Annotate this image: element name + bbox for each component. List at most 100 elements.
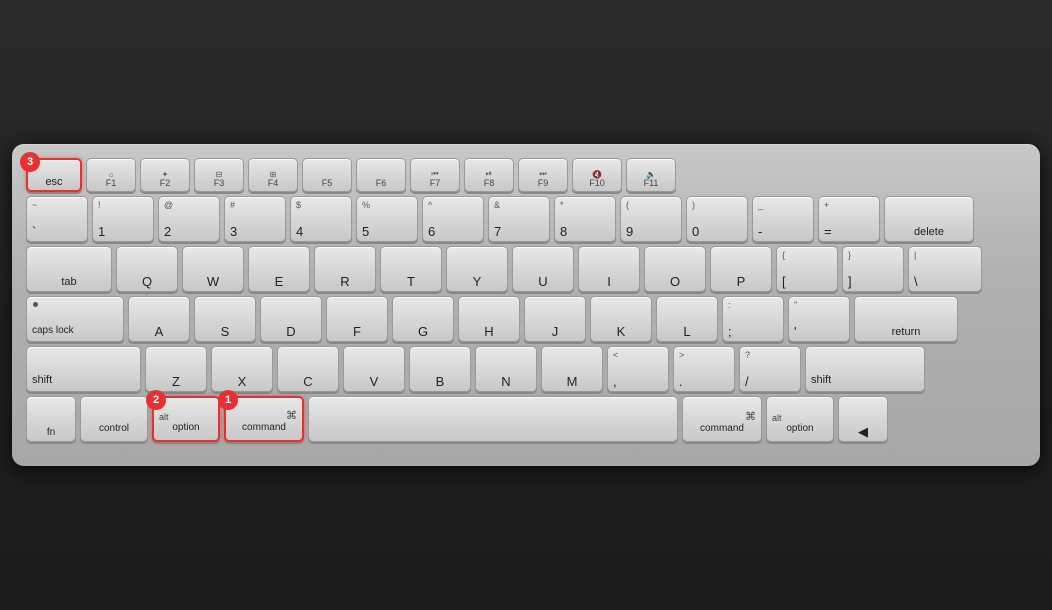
bracket-open-key[interactable]: { [	[776, 246, 838, 292]
1-top: !	[98, 200, 101, 210]
5-key[interactable]: % 5	[356, 196, 418, 242]
7-key[interactable]: & 7	[488, 196, 550, 242]
tab-key[interactable]: tab	[26, 246, 112, 292]
semicolon-primary: ;	[728, 325, 732, 338]
bracket-close-key[interactable]: } ]	[842, 246, 904, 292]
e-key[interactable]: E	[248, 246, 310, 292]
f9-key[interactable]: ⏭ F9	[518, 158, 568, 192]
f-key[interactable]: F	[326, 296, 388, 342]
j-label: J	[552, 325, 559, 338]
backslash-key[interactable]: | \	[908, 246, 982, 292]
h-key[interactable]: H	[458, 296, 520, 342]
minus-key[interactable]: _ -	[752, 196, 814, 242]
f2-key[interactable]: ✦ F2	[140, 158, 190, 192]
r-key[interactable]: R	[314, 246, 376, 292]
quote-key[interactable]: " '	[788, 296, 850, 342]
equals-key[interactable]: + =	[818, 196, 880, 242]
f11-label: F11	[644, 179, 659, 188]
f5-key[interactable]: F5	[302, 158, 352, 192]
t-key[interactable]: T	[380, 246, 442, 292]
fn-key[interactable]: fn	[26, 396, 76, 442]
equals-primary: =	[824, 225, 832, 238]
caps-lock-label: caps lock	[32, 325, 74, 336]
f-label: F	[353, 325, 361, 338]
f6-key[interactable]: F6	[356, 158, 406, 192]
control-key[interactable]: control	[80, 396, 148, 442]
3-primary: 3	[230, 225, 237, 238]
z-key[interactable]: Z	[145, 346, 207, 392]
u-key[interactable]: U	[512, 246, 574, 292]
i-key[interactable]: I	[578, 246, 640, 292]
x-key[interactable]: X	[211, 346, 273, 392]
n-key[interactable]: N	[475, 346, 537, 392]
f8-key[interactable]: ⏯ F8	[464, 158, 514, 192]
l-label: L	[683, 325, 690, 338]
option-right-key[interactable]: alt option	[766, 396, 834, 442]
a-key[interactable]: A	[128, 296, 190, 342]
command-top-icon: ⌘	[286, 411, 297, 422]
f7-key[interactable]: ⏮ F7	[410, 158, 460, 192]
5-top: %	[362, 200, 370, 210]
0-key[interactable]: ) 0	[686, 196, 748, 242]
left-arrow-key[interactable]: ◀	[838, 396, 888, 442]
semicolon-key[interactable]: : ;	[722, 296, 784, 342]
3-key[interactable]: # 3	[224, 196, 286, 242]
c-key[interactable]: C	[277, 346, 339, 392]
return-key[interactable]: return	[854, 296, 958, 342]
command-left-key[interactable]: 1 ⌘ command	[224, 396, 304, 442]
minus-primary: -	[758, 225, 762, 238]
1-key[interactable]: ! 1	[92, 196, 154, 242]
caps-lock-key[interactable]: caps lock	[26, 296, 124, 342]
option-left-key[interactable]: 2 alt option	[152, 396, 220, 442]
g-key[interactable]: G	[392, 296, 454, 342]
comma-key[interactable]: < ,	[607, 346, 669, 392]
slash-key[interactable]: ? /	[739, 346, 801, 392]
esc-key[interactable]: 3 esc	[26, 158, 82, 192]
7-top: &	[494, 200, 500, 210]
4-key[interactable]: $ 4	[290, 196, 352, 242]
semicolon-top: :	[728, 300, 731, 310]
f10-key[interactable]: 🔇 F10	[572, 158, 622, 192]
backtick-key[interactable]: ~ `	[26, 196, 88, 242]
comma-top: <	[613, 350, 618, 360]
y-key[interactable]: Y	[446, 246, 508, 292]
4-primary: 4	[296, 225, 303, 238]
space-key[interactable]	[308, 396, 678, 442]
w-key[interactable]: W	[182, 246, 244, 292]
2-key[interactable]: @ 2	[158, 196, 220, 242]
9-key[interactable]: ( 9	[620, 196, 682, 242]
v-key[interactable]: V	[343, 346, 405, 392]
shift-left-label: shift	[32, 374, 52, 386]
f3-key[interactable]: ⊟ F3	[194, 158, 244, 192]
l-key[interactable]: L	[656, 296, 718, 342]
b-key[interactable]: B	[409, 346, 471, 392]
k-key[interactable]: K	[590, 296, 652, 342]
d-key[interactable]: D	[260, 296, 322, 342]
f1-key[interactable]: ☼ F1	[86, 158, 136, 192]
fn-label: fn	[47, 428, 55, 438]
m-key[interactable]: M	[541, 346, 603, 392]
r-label: R	[340, 275, 349, 288]
number-key-row: ~ ` ! 1 @ 2 # 3 $ 4 % 5	[26, 196, 1026, 242]
p-key[interactable]: P	[710, 246, 772, 292]
f4-key[interactable]: ⊞ F4	[248, 158, 298, 192]
f11-key[interactable]: 🔉 F11	[626, 158, 676, 192]
comma-primary: ,	[613, 375, 617, 388]
9-primary: 9	[626, 225, 633, 238]
f3-label: F3	[214, 179, 225, 188]
delete-key[interactable]: delete	[884, 196, 974, 242]
6-key[interactable]: ^ 6	[422, 196, 484, 242]
e-label: E	[275, 275, 284, 288]
period-key[interactable]: > .	[673, 346, 735, 392]
shift-right-key[interactable]: shift	[805, 346, 925, 392]
4-top: $	[296, 200, 301, 210]
8-key[interactable]: * 8	[554, 196, 616, 242]
s-key[interactable]: S	[194, 296, 256, 342]
q-key[interactable]: Q	[116, 246, 178, 292]
6-primary: 6	[428, 225, 435, 238]
backslash-top: |	[914, 250, 916, 260]
o-key[interactable]: O	[644, 246, 706, 292]
shift-left-key[interactable]: shift	[26, 346, 141, 392]
command-right-key[interactable]: ⌘ command	[682, 396, 762, 442]
j-key[interactable]: J	[524, 296, 586, 342]
